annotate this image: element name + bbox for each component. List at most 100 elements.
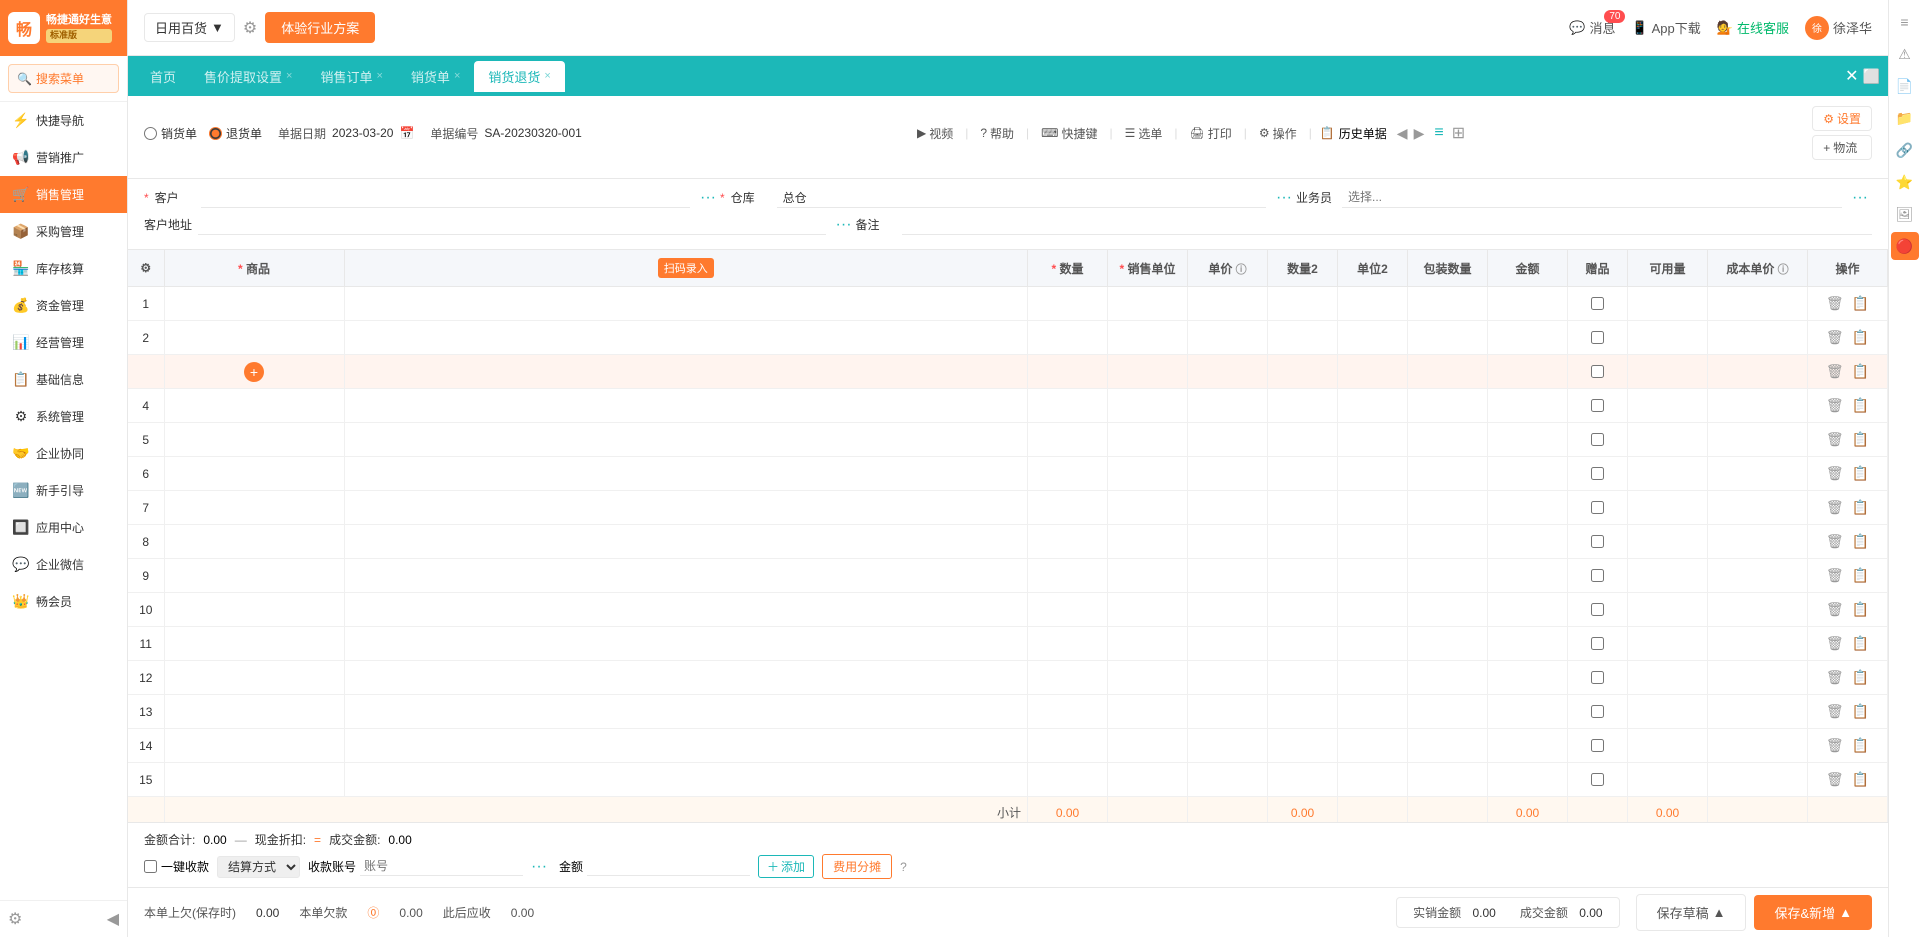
product-cell[interactable] xyxy=(164,389,344,423)
unit2-cell[interactable] xyxy=(1338,695,1408,729)
unit2-cell[interactable] xyxy=(1338,593,1408,627)
sale-unit-cell[interactable] xyxy=(1108,423,1188,457)
right-icon-1[interactable]: ≡ xyxy=(1891,8,1919,36)
sale-unit-cell[interactable] xyxy=(1108,559,1188,593)
unit-cell[interactable] xyxy=(1028,627,1108,661)
right-icon-7[interactable]: 🖼 xyxy=(1891,200,1919,228)
amount-cell[interactable] xyxy=(1488,287,1568,321)
unit2-cell[interactable] xyxy=(1338,423,1408,457)
trial-plan-button[interactable]: 体验行业方案 xyxy=(265,12,375,43)
avail-cell[interactable] xyxy=(1628,627,1708,661)
delete-row-btn[interactable]: 🗑 xyxy=(1824,293,1846,314)
unit-cell[interactable] xyxy=(1028,525,1108,559)
qty2-cell[interactable] xyxy=(1268,321,1338,355)
gift-cell[interactable] xyxy=(1568,559,1628,593)
close-all-tabs-icon[interactable]: ✕ xyxy=(1845,66,1858,86)
price-cell[interactable] xyxy=(1188,593,1268,627)
price-cell[interactable] xyxy=(1188,627,1268,661)
qty-cell[interactable] xyxy=(344,593,1028,627)
product-cell[interactable] xyxy=(164,593,344,627)
qty2-cell[interactable] xyxy=(1268,491,1338,525)
product-cell[interactable] xyxy=(164,525,344,559)
delete-row-btn[interactable]: 🗑 xyxy=(1824,497,1846,518)
settings-bottom-icon[interactable]: ⚙ xyxy=(8,909,22,929)
sidebar-item-wechat[interactable]: 💬 企业微信 xyxy=(0,546,127,583)
product-cell[interactable] xyxy=(164,627,344,661)
unit-cell[interactable] xyxy=(1028,559,1108,593)
delete-row-btn[interactable]: 🗑 xyxy=(1824,599,1846,620)
product-cell[interactable] xyxy=(164,695,344,729)
gift-cell[interactable] xyxy=(1568,763,1628,797)
tab-close-icon[interactable]: × xyxy=(376,70,382,82)
copy-row-btn[interactable]: 📋 xyxy=(1850,497,1871,518)
avail-cell[interactable] xyxy=(1628,389,1708,423)
right-icon-8[interactable]: 🔴 xyxy=(1891,232,1919,260)
sidebar-item-enterprise[interactable]: 🤝 企业协同 xyxy=(0,435,127,472)
avail-cell[interactable] xyxy=(1628,559,1708,593)
avail-cell[interactable] xyxy=(1628,661,1708,695)
unit-cell[interactable] xyxy=(1028,661,1108,695)
delete-row-btn[interactable]: 🗑 xyxy=(1824,769,1846,790)
cost-cell[interactable] xyxy=(1708,525,1808,559)
cost-cell[interactable] xyxy=(1708,457,1808,491)
avail-cell[interactable] xyxy=(1628,457,1708,491)
amount-cell[interactable] xyxy=(1488,457,1568,491)
calendar-icon[interactable]: 📅 xyxy=(399,126,414,140)
gift-cell[interactable] xyxy=(1568,627,1628,661)
copy-row-btn[interactable]: 📋 xyxy=(1850,463,1871,484)
sale-unit-cell[interactable] xyxy=(1108,695,1188,729)
tab-sales-order[interactable]: 销售订单 × xyxy=(306,61,396,92)
pack-cell[interactable] xyxy=(1408,661,1488,695)
sidebar-item-sales[interactable]: 🛒 销售管理 xyxy=(0,176,127,213)
cost-cell[interactable] xyxy=(1708,695,1808,729)
gift-checkbox[interactable] xyxy=(1591,331,1604,344)
pack-cell[interactable] xyxy=(1408,457,1488,491)
copy-row-btn[interactable]: 📋 xyxy=(1850,429,1871,450)
copy-row-btn[interactable]: 📋 xyxy=(1850,565,1871,586)
add-more-button[interactable]: ＋ 添加 xyxy=(758,855,814,878)
price-cell[interactable] xyxy=(1188,457,1268,491)
daily-category-select[interactable]: 日用百货 ▼ xyxy=(144,13,235,42)
unit-cell[interactable] xyxy=(1028,321,1108,355)
amount-cell[interactable] xyxy=(1488,627,1568,661)
sidebar-item-finance[interactable]: 💰 资金管理 xyxy=(0,287,127,324)
sale-unit-cell[interactable] xyxy=(1108,321,1188,355)
delete-row-btn[interactable]: 🗑 xyxy=(1824,463,1846,484)
sale-unit-cell[interactable] xyxy=(1108,457,1188,491)
tab-close-icon[interactable]: × xyxy=(454,70,460,82)
amount-cell[interactable] xyxy=(1488,355,1568,389)
unit-cell[interactable] xyxy=(1028,457,1108,491)
gift-cell[interactable] xyxy=(1568,457,1628,491)
copy-row-btn[interactable]: 📋 xyxy=(1850,667,1871,688)
unit-cell[interactable] xyxy=(1028,423,1108,457)
cost-info-icon[interactable]: ⓘ xyxy=(1778,264,1789,276)
address-input[interactable] xyxy=(198,214,826,235)
settings-action-btn[interactable]: ⚙ 设置 xyxy=(1812,106,1872,131)
gift-checkbox[interactable] xyxy=(1591,773,1604,786)
tab-sales-return[interactable]: 销货退货 × xyxy=(474,61,564,92)
gift-checkbox[interactable] xyxy=(1591,603,1604,616)
save-draft-button[interactable]: 保存草稿 ▲ xyxy=(1636,894,1747,931)
delete-row-btn[interactable]: 🗑 xyxy=(1824,361,1846,382)
price-cell[interactable] xyxy=(1188,321,1268,355)
add-product-btn[interactable]: + xyxy=(244,362,264,382)
sidebar-item-guide[interactable]: 🆕 新手引导 xyxy=(0,472,127,509)
price-cell[interactable] xyxy=(1188,423,1268,457)
sidebar-item-appstore[interactable]: 🔲 应用中心 xyxy=(0,509,127,546)
avail-cell[interactable] xyxy=(1628,491,1708,525)
tab-close-icon[interactable]: × xyxy=(544,70,550,82)
staff-input[interactable] xyxy=(1342,187,1842,208)
price-cell[interactable] xyxy=(1188,729,1268,763)
qty2-cell[interactable] xyxy=(1268,389,1338,423)
calc-method-select[interactable]: 结算方式 xyxy=(217,856,300,878)
staff-select-icon[interactable]: ··· xyxy=(1848,189,1872,207)
product-cell[interactable] xyxy=(164,491,344,525)
copy-row-btn[interactable]: 📋 xyxy=(1850,769,1871,790)
cost-cell[interactable] xyxy=(1708,355,1808,389)
sale-unit-cell[interactable] xyxy=(1108,661,1188,695)
print-btn[interactable]: 🖨 打印 xyxy=(1186,123,1236,144)
collapse-icon[interactable]: ◀ xyxy=(107,909,119,929)
delete-row-btn[interactable]: 🗑 xyxy=(1824,701,1846,722)
cost-cell[interactable] xyxy=(1708,593,1808,627)
radio-return[interactable]: 退货单 xyxy=(209,125,262,142)
